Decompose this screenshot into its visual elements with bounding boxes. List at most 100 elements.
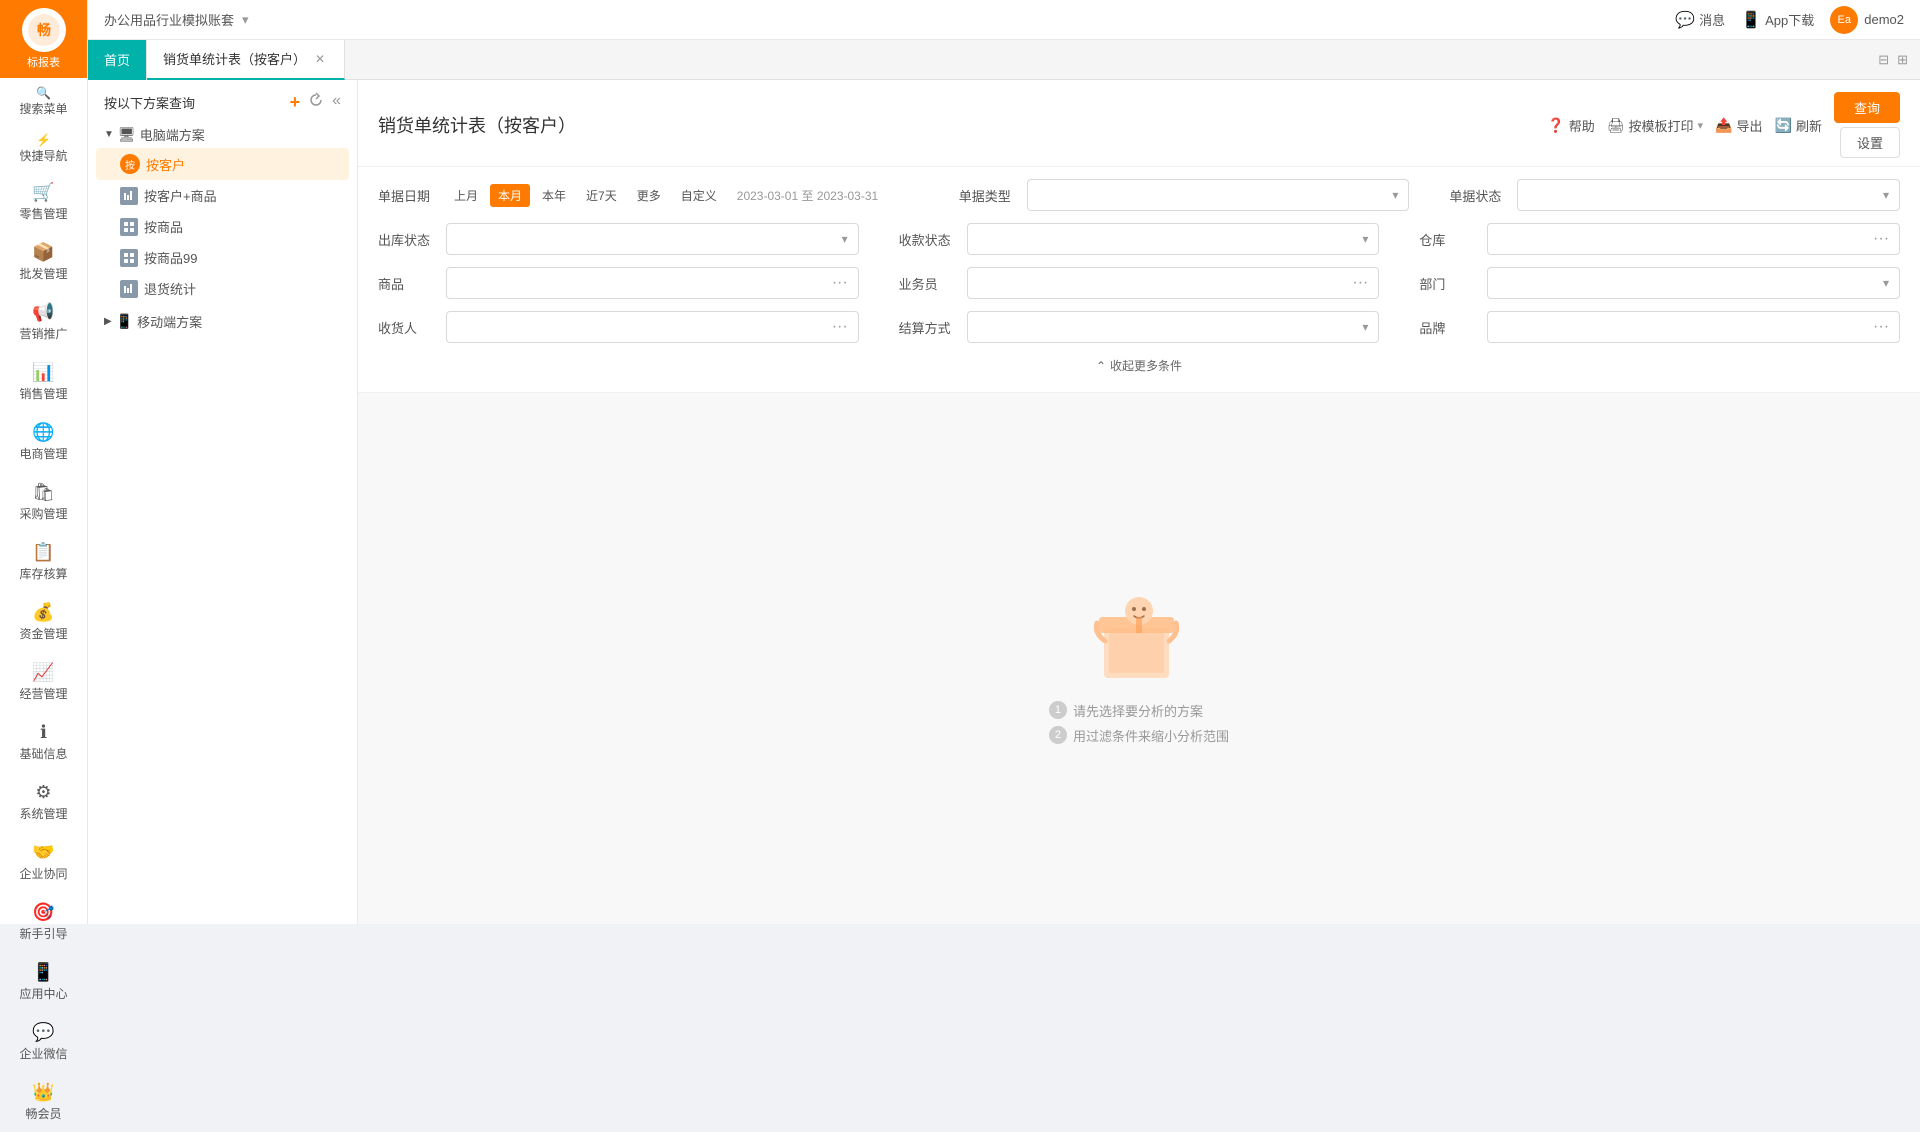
sidebar-item-wholesale[interactable]: 📦 批发管理 — [0, 232, 87, 292]
date-tab-custom[interactable]: 自定义 — [673, 184, 725, 207]
date-tab-7days[interactable]: 近7天 — [578, 184, 625, 207]
date-tab-this-month[interactable]: 本月 — [490, 184, 530, 207]
tab-sales-stat[interactable]: 销货单统计表（按客户） ✕ — [147, 40, 345, 80]
query-button[interactable]: 查询 — [1834, 92, 1900, 123]
add-scheme-button[interactable]: + — [290, 92, 301, 113]
search-icon: 🔍 — [36, 86, 51, 100]
warehouse-label: 仓库 — [1419, 230, 1479, 249]
doc-status-select[interactable]: ▾ — [1517, 179, 1900, 211]
product-input[interactable]: ··· — [446, 267, 859, 299]
scheme-item-by-customer[interactable]: 按 按客户 — [96, 148, 349, 180]
collapse-icon: ⌃ — [1096, 359, 1106, 373]
minimize-icon[interactable]: ⊟ — [1878, 52, 1889, 68]
sidebar-item-retail[interactable]: 🛒 零售管理 — [0, 172, 87, 232]
header-title-area: 办公用品行业模拟账套 ▾ — [104, 10, 249, 29]
main-area: 办公用品行业模拟账套 ▾ 💬 消息 📱 App下载 Ea demo2 首页 — [88, 0, 1920, 924]
settlement-select[interactable]: ▾ — [967, 311, 1380, 343]
filter-row-1: 单据日期 上月 本月 本年 近7天 更多 自定义 2023-03-01 至 20… — [378, 179, 1900, 211]
sidebar-item-inventory[interactable]: 📋 库存核算 — [0, 532, 87, 592]
sidebar-item-search-menu[interactable]: 🔍 搜索菜单 — [0, 78, 87, 125]
maximize-icon[interactable]: ⊞ — [1897, 52, 1908, 68]
sidebar-item-basic[interactable]: ℹ 基础信息 — [0, 712, 87, 772]
tab-close-button[interactable]: ✕ — [312, 51, 328, 67]
scheme-item-by-product-99[interactable]: 按商品99 — [96, 242, 349, 273]
scheme-item-return-stat[interactable]: 退货统计 — [96, 273, 349, 304]
doc-type-filter: 单据类型 ▾ — [959, 179, 1410, 211]
collection-status-filter: 收款状态 ▾ — [899, 223, 1380, 255]
new-guide-icon: 🎯 — [32, 902, 54, 923]
message-button[interactable]: 💬 消息 — [1675, 10, 1725, 30]
user-menu[interactable]: Ea demo2 — [1830, 6, 1904, 34]
logo-area[interactable]: 畅 标报表 — [0, 0, 87, 78]
return-stat-icon — [120, 280, 138, 298]
brand-input[interactable]: ··· — [1487, 311, 1900, 343]
doc-type-label: 单据类型 — [959, 186, 1019, 205]
empty-tips: 1 请先选择要分析的方案 2 用过滤条件来缩小分析范围 — [1049, 701, 1229, 745]
tab-home[interactable]: 首页 — [88, 40, 147, 80]
sidebar-item-enterprise[interactable]: 🤝 企业协同 — [0, 832, 87, 892]
desktop-group-label: 电脑端方案 — [140, 125, 205, 144]
sidebar: 畅 标报表 🔍 搜索菜单 ⚡ 快捷导航 🛒 零售管理 📦 批发管理 📢 营销推广… — [0, 0, 88, 924]
collapse-filter-button[interactable]: ⌃ 收起更多条件 — [1090, 351, 1188, 380]
collection-status-select[interactable]: ▾ — [967, 223, 1380, 255]
sidebar-item-vip[interactable]: 👑 畅会员 — [0, 1072, 87, 1132]
receiver-input[interactable]: ··· — [446, 311, 859, 343]
sidebar-item-new-guide[interactable]: 🎯 新手引导 — [0, 892, 87, 952]
sidebar-item-sales[interactable]: 📊 销售管理 — [0, 352, 87, 412]
date-tab-this-year[interactable]: 本年 — [534, 184, 574, 207]
department-select[interactable]: ▾ — [1487, 267, 1900, 299]
refresh-button[interactable]: 🔄 刷新 — [1775, 116, 1822, 135]
header-dropdown-icon[interactable]: ▾ — [242, 12, 249, 28]
sidebar-item-finance[interactable]: 💰 资金管理 — [0, 592, 87, 652]
out-status-select[interactable]: ▾ — [446, 223, 859, 255]
scheme-item-label: 按客户 — [146, 155, 185, 174]
settings-button[interactable]: 设置 — [1840, 127, 1900, 158]
warehouse-dots[interactable]: ··· — [1873, 230, 1889, 248]
mobile-group-header[interactable]: ▶ 📱 移动端方案 — [96, 308, 349, 335]
help-button[interactable]: ❓ 帮助 — [1547, 116, 1594, 135]
mobile-scheme-group: ▶ 📱 移动端方案 — [88, 308, 357, 335]
warehouse-input[interactable]: ··· — [1487, 223, 1900, 255]
brand-dots[interactable]: ··· — [1873, 318, 1889, 336]
sidebar-item-ops[interactable]: 📈 经营管理 — [0, 652, 87, 712]
left-panel: 按以下方案查询 + « ▼ 🖥 电脑端方案 按 — [88, 80, 358, 924]
export-button[interactable]: 📤 导出 — [1715, 116, 1762, 135]
home-tab-label: 首页 — [104, 50, 130, 69]
doc-type-select[interactable]: ▾ — [1027, 179, 1410, 211]
sidebar-item-marketing[interactable]: 📢 营销推广 — [0, 292, 87, 352]
product-dots[interactable]: ··· — [832, 274, 848, 292]
salesperson-dots[interactable]: ··· — [1352, 274, 1368, 292]
brand-filter: 品牌 ··· — [1419, 311, 1900, 343]
app-download-button[interactable]: 📱 App下载 — [1741, 10, 1814, 30]
vip-icon: 👑 — [32, 1082, 54, 1103]
sidebar-item-purchase[interactable]: 🛍 采购管理 — [0, 472, 87, 532]
salesperson-input[interactable]: ··· — [967, 267, 1380, 299]
filter-row-3: 商品 ··· 业务员 ··· — [378, 267, 1900, 299]
filter-area: 单据日期 上月 本月 本年 近7天 更多 自定义 2023-03-01 至 20… — [358, 167, 1920, 393]
logo-icon: 畅 — [22, 8, 66, 52]
template-print-button[interactable]: 🖨 按模板打印 ▾ — [1607, 116, 1703, 135]
tab-maximize-button[interactable]: ⊟ ⊞ — [1866, 52, 1920, 68]
tip-text-2: 用过滤条件来缩小分析范围 — [1073, 726, 1229, 745]
scheme-item-by-product[interactable]: 按商品 — [96, 211, 349, 242]
sidebar-item-ecommerce[interactable]: 🌐 电商管理 — [0, 412, 87, 472]
collapse-panel-button[interactable]: « — [332, 92, 341, 113]
sidebar-item-quick-nav[interactable]: ⚡ 快捷导航 — [0, 125, 87, 172]
refresh-scheme-button[interactable] — [308, 92, 324, 113]
desktop-group-header[interactable]: ▼ 🖥 电脑端方案 — [96, 121, 349, 148]
sidebar-item-app-center[interactable]: 📱 应用中心 — [0, 952, 87, 1012]
sidebar-item-enterprise-wechat[interactable]: 💬 企业微信 — [0, 1012, 87, 1072]
header-right-area: 💬 消息 📱 App下载 Ea demo2 — [1675, 6, 1904, 34]
receiver-dots[interactable]: ··· — [832, 318, 848, 336]
date-tab-last-month[interactable]: 上月 — [446, 184, 486, 207]
scheme-item-by-customer-product[interactable]: 按客户+商品 — [96, 180, 349, 211]
tip-text-1: 请先选择要分析的方案 — [1073, 701, 1203, 720]
sidebar-item-system[interactable]: ⚙ 系统管理 — [0, 772, 87, 832]
by-product-icon — [120, 218, 138, 236]
doc-status-filter: 单据状态 ▾ — [1449, 179, 1900, 211]
btn-group: 查询 设置 — [1834, 92, 1900, 158]
date-tab-more[interactable]: 更多 — [629, 184, 669, 207]
print-icon: 🖨 — [1607, 117, 1625, 134]
print-dropdown-icon[interactable]: ▾ — [1698, 119, 1704, 132]
sales-icon: 📊 — [32, 362, 54, 383]
